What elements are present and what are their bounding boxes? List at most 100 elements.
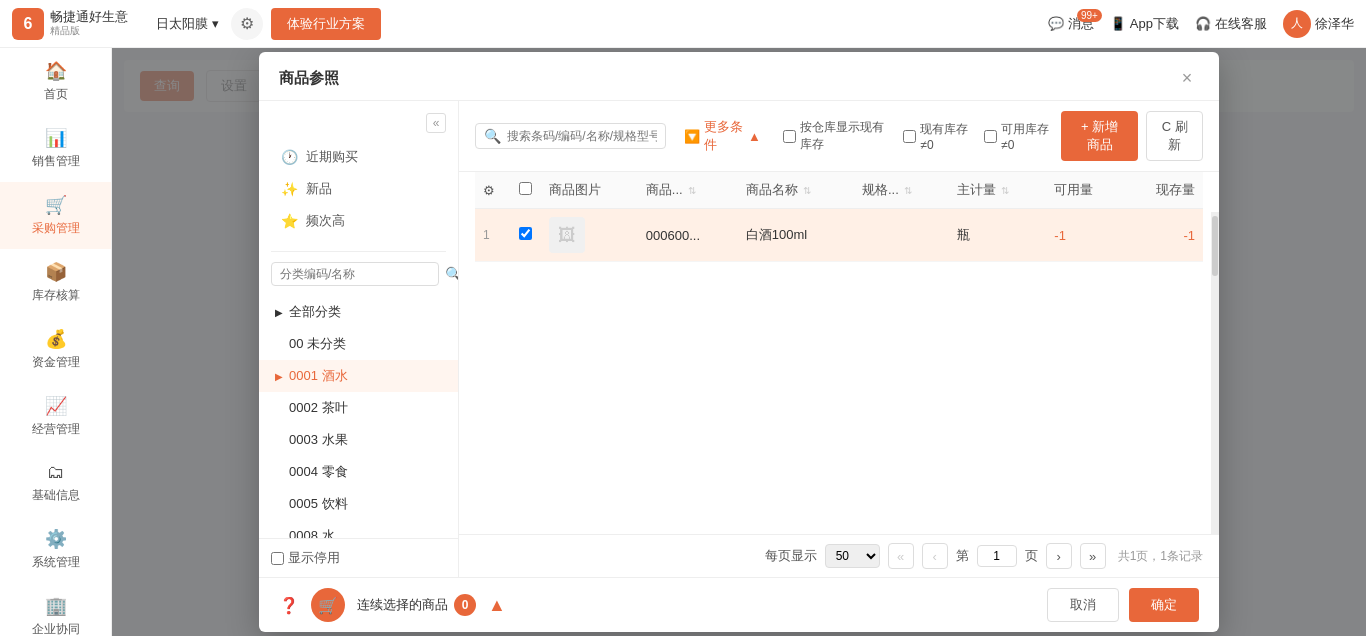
select-all-checkbox[interactable]: [519, 182, 532, 195]
col-spec: 规格... ⇅: [854, 172, 949, 209]
sidebar-item-basics[interactable]: 🗂 基础信息: [0, 450, 111, 516]
category-item-0008[interactable]: ▶0008 水: [259, 520, 458, 538]
sidebar-label-home: 首页: [44, 86, 68, 103]
category-item-0002[interactable]: ▶0002 茶叶: [259, 392, 458, 424]
warehouse-stock-checkbox[interactable]: [783, 130, 796, 143]
sidebar-item-home[interactable]: 🏠首页: [0, 48, 111, 115]
left-footer: 显示停用: [259, 538, 458, 577]
logo-icon: 6: [12, 8, 44, 40]
category-label-0004: 0004 零食: [289, 463, 348, 481]
table-head: ⚙ 商品图片: [475, 172, 1203, 209]
divider: [271, 251, 446, 252]
confirm-button[interactable]: 确定: [1129, 588, 1199, 622]
sidebar-label-inventory: 库存核算: [32, 287, 80, 304]
col-name: 商品名称 ⇅: [738, 172, 854, 209]
col-checkbox[interactable]: [511, 172, 541, 209]
sidebar-item-enterprise[interactable]: 🏢企业协同: [0, 583, 111, 636]
sort-icon[interactable]: ⇅: [688, 185, 696, 196]
warehouse-stock-label[interactable]: 按仓库显示现有库存: [783, 119, 890, 153]
product-search-input[interactable]: [507, 129, 657, 143]
table-settings-icon[interactable]: ⚙: [483, 183, 495, 198]
last-page-button[interactable]: »: [1080, 543, 1106, 569]
table-row[interactable]: 1 🖼 000600... 白酒100ml 瓶 -1 -1: [475, 209, 1203, 262]
category-item-0001[interactable]: ▶0001 酒水: [259, 360, 458, 392]
left-nav-item-recent[interactable]: 🕐近期购买: [271, 141, 446, 173]
inventory-icon: 📦: [45, 261, 67, 283]
current-stock-checkbox[interactable]: [903, 130, 916, 143]
filter-button[interactable]: 🔽 更多条件 ▲: [676, 114, 769, 158]
category-item-0003[interactable]: ▶0003 水果: [259, 424, 458, 456]
sidebar-item-system[interactable]: ⚙️系统管理: [0, 516, 111, 583]
left-nav-label-frequent: 频次高: [306, 212, 345, 230]
first-page-button[interactable]: «: [888, 543, 914, 569]
user-item[interactable]: 人 徐泽华: [1283, 10, 1354, 38]
category-item-0005[interactable]: ▶0005 饮料: [259, 488, 458, 520]
category-item-all[interactable]: ▶全部分类: [259, 296, 458, 328]
messages-item[interactable]: 💬 消息 99+: [1048, 15, 1094, 33]
collapse-left-button[interactable]: «: [426, 113, 446, 133]
sidebar-item-finance[interactable]: 💰资金管理: [0, 316, 111, 383]
available-stock-checkbox[interactable]: [984, 130, 997, 143]
online-service-item[interactable]: 🎧 在线客服: [1195, 15, 1267, 33]
cancel-button[interactable]: 取消: [1047, 588, 1119, 622]
modal-overlay: 商品参照 × « 🕐近期购买✨新品⭐频次高: [112, 48, 1366, 636]
page-input[interactable]: [977, 545, 1017, 567]
row-checkbox[interactable]: [519, 227, 532, 240]
next-page-button[interactable]: ›: [1046, 543, 1072, 569]
prev-page-button[interactable]: ‹: [922, 543, 948, 569]
modal-close-button[interactable]: ×: [1175, 66, 1199, 90]
category-search-input[interactable]: [271, 262, 439, 286]
add-product-button[interactable]: + 新增商品: [1061, 111, 1139, 161]
scrollbar[interactable]: [1211, 212, 1219, 534]
refresh-button[interactable]: C 刷新: [1146, 111, 1203, 161]
left-nav-item-new[interactable]: ✨新品: [271, 173, 446, 205]
store-selector[interactable]: 日太阳膜 ▾: [144, 9, 231, 39]
app-body: 🏠首页📊销售管理🛒采购管理 📦 库存核算 💰资金管理📈经营管理 🗂 基础信息 ⚙️系统管理🏢…: [0, 48, 1366, 636]
sort-icon-unit[interactable]: ⇅: [1001, 185, 1009, 196]
frequent-nav-icon: ⭐: [281, 213, 298, 229]
col-unit: 主计量 ⇅: [949, 172, 1047, 209]
sidebar-label-operations: 经营管理: [32, 421, 80, 438]
sidebar-label-system: 系统管理: [32, 554, 80, 571]
triangle-icon: ▶: [275, 371, 283, 382]
category-search-button[interactable]: 🔍: [445, 266, 459, 282]
sidebar-item-inventory[interactable]: 📦 库存核算: [0, 249, 111, 316]
category-item-0004[interactable]: ▶0004 零食: [259, 456, 458, 488]
table-wrap: ⚙ 商品图片: [459, 172, 1219, 534]
scrollbar-thumb[interactable]: [1212, 216, 1218, 276]
category-label-0005: 0005 饮料: [289, 495, 348, 513]
category-search: 🔍: [259, 256, 458, 292]
basics-icon: 🗂: [47, 462, 65, 483]
category-item-00[interactable]: ▶00 未分类: [259, 328, 458, 360]
show-disabled-checkbox[interactable]: [271, 552, 284, 565]
cart-button[interactable]: 🛒: [311, 588, 345, 622]
show-disabled-label[interactable]: 显示停用: [271, 549, 340, 567]
sidebar-item-operations[interactable]: 📈经营管理: [0, 383, 111, 450]
settings-button[interactable]: ⚙: [231, 8, 263, 40]
sidebar-item-sales[interactable]: 📊销售管理: [0, 115, 111, 182]
category-label-0003: 0003 水果: [289, 431, 348, 449]
headset-icon: 🎧: [1195, 16, 1211, 31]
sidebar-label-basics: 基础信息: [32, 487, 80, 504]
sort-icon-spec[interactable]: ⇅: [904, 185, 912, 196]
product-unit: 瓶: [949, 209, 1047, 262]
left-panel: « 🕐近期购买✨新品⭐频次高 🔍 ▶全部分类▶00 未分类▶0001 酒水▶00…: [259, 101, 459, 577]
app-download-item[interactable]: 📱 App下载: [1110, 15, 1179, 33]
sidebar-item-purchase[interactable]: 🛒采购管理: [0, 182, 111, 249]
available-stock-label[interactable]: 可用库存≠0: [984, 121, 1051, 152]
product-spec: [854, 209, 949, 262]
continuous-select-info: 连续选择的商品 0: [357, 594, 476, 616]
col-settings[interactable]: ⚙: [475, 172, 511, 209]
per-page-select[interactable]: 102050100: [825, 544, 880, 568]
mobile-icon: 📱: [1110, 16, 1126, 31]
sidebar-label-finance: 资金管理: [32, 354, 80, 371]
col-available: 可用量: [1046, 172, 1124, 209]
left-nav-item-frequent[interactable]: ⭐ 频次高: [271, 205, 446, 237]
trial-button[interactable]: 体验行业方案: [271, 8, 381, 40]
help-icon[interactable]: ❓: [279, 596, 299, 615]
sort-icon-name[interactable]: ⇅: [803, 185, 811, 196]
left-nav-label-recent: 近期购买: [306, 148, 358, 166]
footer-actions: 取消 确定: [1047, 588, 1199, 622]
collapse-footer-button[interactable]: ▲: [488, 595, 506, 616]
current-stock-label[interactable]: 现有库存≠0: [903, 121, 970, 152]
